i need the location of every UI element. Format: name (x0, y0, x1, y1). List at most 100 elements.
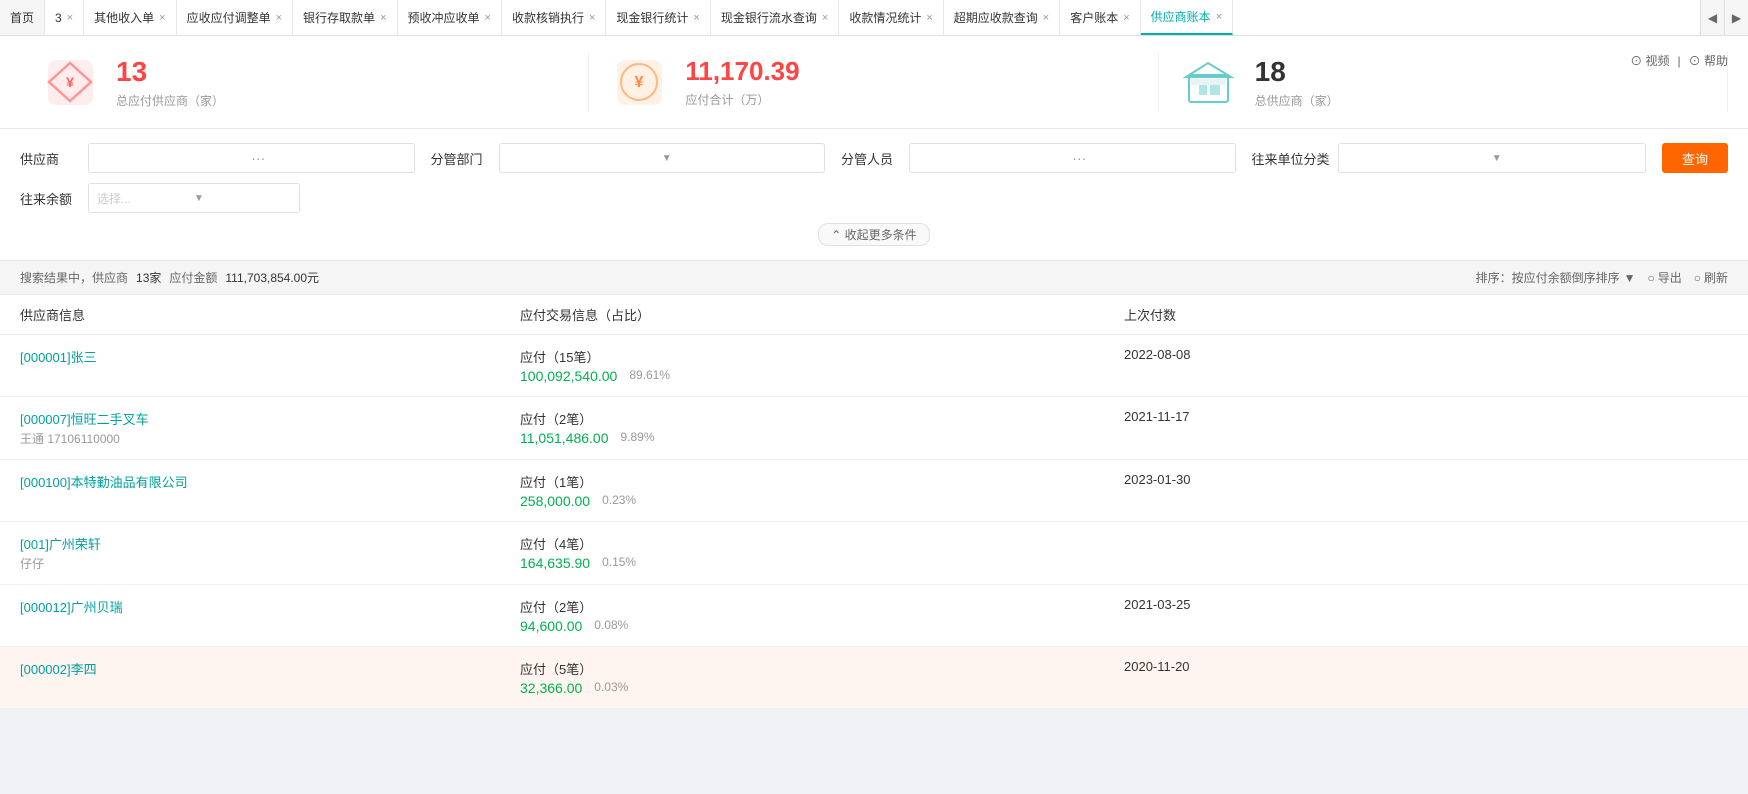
tx-amount-3[interactable]: 164,635.90 (520, 555, 590, 571)
nav-cash-bank-stat[interactable]: 现金银行统计 × (606, 0, 710, 35)
result-amount-prefix: 应付金额 (169, 269, 217, 286)
filter-person: 分管人员 ··· (841, 143, 1236, 173)
svg-text:¥: ¥ (66, 74, 74, 90)
tx-amount-2[interactable]: 258,000.00 (520, 493, 590, 509)
summary-card-payable-total: ¥ 11,170.39 应付合计（万） (589, 52, 1158, 112)
help-links: ⊙ 视频 | ⊙ 帮助 (1630, 52, 1728, 69)
close-customer-ledger-icon[interactable]: × (1123, 12, 1129, 24)
close-overdue-ar-icon[interactable]: × (1043, 12, 1049, 24)
nav-overdue-ar[interactable]: 超期应收款查询 × (944, 0, 1060, 35)
nav-cash-bank-flow[interactable]: 现金银行流水查询 × (711, 0, 839, 35)
nav-prepay-ar[interactable]: 预收冲应收单 × (398, 0, 502, 35)
help-link[interactable]: ⊙ 帮助 (1689, 52, 1728, 69)
close-ar-ap-adjust-icon[interactable]: × (276, 12, 282, 24)
supplier-dots-icon: ··· (251, 150, 405, 166)
supplier-input[interactable]: ··· (88, 143, 415, 173)
filter-person-label: 分管人员 (841, 149, 901, 168)
tx-amount-1[interactable]: 11,051,486.00 (520, 430, 609, 446)
close-bank-deposit-icon[interactable]: × (380, 12, 386, 24)
payable-total-label: 应付合计（万） (685, 91, 1137, 108)
summary-card-payable-suppliers: ¥ 13 总应付供应商（家） (20, 52, 589, 112)
balance-input[interactable]: 选择... ▼ (88, 183, 300, 213)
total-suppliers-icon (1179, 52, 1239, 112)
svg-text:¥: ¥ (634, 74, 643, 91)
payable-total-icon: ¥ (609, 52, 669, 112)
supplier-contact-1: 王通 17106110000 (20, 430, 520, 447)
nav-other-income[interactable]: 其他收入单 × (84, 0, 176, 35)
nav-bank-deposit[interactable]: 银行存取款单 × (293, 0, 397, 35)
payable-total-number: 11,170.39 (685, 56, 1137, 87)
close-receipt-stat-icon[interactable]: × (926, 12, 932, 24)
nav-right-arrow[interactable]: ▶ (1724, 0, 1748, 36)
supplier-link-4[interactable]: [000012]广州贝瑞 (20, 600, 123, 615)
nav-tab3[interactable]: 3 × (45, 0, 84, 35)
person-input[interactable]: ··· (909, 143, 1236, 173)
nav-supplier-ledger[interactable]: 供应商账本 × (1141, 0, 1233, 35)
nav-receipt-verify[interactable]: 收款核销执行 × (502, 0, 606, 35)
supplier-info-1: [000007]恒旺二手叉车 王通 17106110000 (20, 409, 520, 447)
tx-amount-4[interactable]: 94,600.00 (520, 618, 582, 634)
tx-amount-5[interactable]: 32,366.00 (520, 680, 582, 696)
result-actions: 排序：按应付余额倒序排序 ▼ ○ 导出 ○ 刷新 (1476, 269, 1728, 286)
close-cash-bank-flow-icon[interactable]: × (822, 12, 828, 24)
sort-button[interactable]: 排序：按应付余额倒序排序 ▼ (1476, 269, 1636, 286)
filter-supplier: 供应商 ··· (20, 143, 415, 173)
main-table: 供应商信息 应付交易信息（占比） 上次付数 [000001]张三 应付（15笔）… (0, 295, 1748, 709)
table-row: [000007]恒旺二手叉车 王通 17106110000 应付（2笔） 11,… (0, 397, 1748, 460)
tx-info-2: 应付（1笔） 258,000.00 0.23% (520, 472, 1124, 509)
sort-icon: ▼ (1624, 271, 1636, 285)
tx-percent-1: 9.89% (621, 430, 655, 444)
supplier-link-3[interactable]: [001]广州荣轩 (20, 537, 101, 552)
category-input[interactable]: ▼ (1338, 143, 1646, 173)
lastpay-5: 2020-11-20 (1124, 659, 1728, 674)
supplier-info-5: [000002]李四 (20, 659, 520, 678)
tx-info-0: 应付（15笔） 100,092,540.00 89.61% (520, 347, 1124, 384)
table-row: [001]广州荣轩 仔仔 应付（4笔） 164,635.90 0.15% (0, 522, 1748, 585)
tx-percent-4: 0.08% (594, 618, 628, 632)
collapse-button[interactable]: ⌃ 收起更多条件 (818, 223, 929, 246)
filter-category: 往来单位分类 ▼ (1252, 143, 1647, 173)
export-button[interactable]: ○ 导出 (1647, 269, 1681, 286)
supplier-link-2[interactable]: [000100]本特勤油品有限公司 (20, 475, 188, 490)
supplier-link-1[interactable]: [000007]恒旺二手叉车 (20, 412, 149, 427)
close-prepay-ar-icon[interactable]: × (485, 12, 491, 24)
nav-left-arrow[interactable]: ◀ (1700, 0, 1724, 36)
tx-amount-0[interactable]: 100,092,540.00 (520, 368, 617, 384)
payable-suppliers-number: 13 (116, 55, 568, 89)
sort-label: 排序：按应付余额倒序排序 (1476, 269, 1620, 286)
table-row: [000100]本特勤油品有限公司 应付（1笔） 258,000.00 0.23… (0, 460, 1748, 522)
tx-label-1: 应付（2笔） (520, 409, 1124, 428)
close-supplier-ledger-icon[interactable]: × (1216, 11, 1222, 23)
nav-ar-ap-adjust[interactable]: 应收应付调整单 × (177, 0, 293, 35)
table-row: [000012]广州贝瑞 应付（2笔） 94,600.00 0.08% 2021… (0, 585, 1748, 647)
col-header-tx: 应付交易信息（占比） (520, 305, 1124, 324)
refresh-button[interactable]: ○ 刷新 (1694, 269, 1728, 286)
collapse-bar: ⌃ 收起更多条件 (20, 223, 1728, 246)
tx-label-5: 应付（5笔） (520, 659, 1124, 678)
nav-receipt-stat[interactable]: 收款情况统计 × (839, 0, 943, 35)
result-info: 搜索结果中，供应商 13家 应付金额 111,703,854.00元 (20, 269, 319, 286)
payable-total-content: 11,170.39 应付合计（万） (685, 56, 1137, 108)
video-link[interactable]: ⊙ 视频 (1630, 52, 1669, 69)
tx-percent-5: 0.03% (594, 680, 628, 694)
tx-label-3: 应付（4笔） (520, 534, 1124, 553)
nav-customer-ledger[interactable]: 客户账本 × (1060, 0, 1140, 35)
filter-balance: 往来余额 选择... ▼ (20, 183, 300, 213)
table-row: [000002]李四 应付（5笔） 32,366.00 0.03% 2020-1… (0, 647, 1748, 709)
close-receipt-verify-icon[interactable]: × (589, 12, 595, 24)
filter-dept-label: 分管部门 (431, 149, 491, 168)
close-cash-bank-stat-icon[interactable]: × (693, 12, 699, 24)
payable-suppliers-content: 13 总应付供应商（家） (116, 55, 568, 110)
dept-input[interactable]: ▼ (499, 143, 826, 173)
tx-info-5: 应付（5笔） 32,366.00 0.03% (520, 659, 1124, 696)
close-tab3-icon[interactable]: × (67, 12, 73, 24)
export-icon: ○ (1647, 271, 1654, 285)
nav-home[interactable]: 首页 (0, 0, 45, 35)
close-other-income-icon[interactable]: × (159, 12, 165, 24)
tx-label-2: 应付（1笔） (520, 472, 1124, 491)
result-amount: 111,703,854.00元 (225, 269, 319, 286)
supplier-link-5[interactable]: [000002]李四 (20, 662, 97, 677)
supplier-link-0[interactable]: [000001]张三 (20, 350, 97, 365)
query-button[interactable]: 查询 (1662, 143, 1728, 173)
result-prefix: 搜索结果中，供应商 (20, 269, 128, 286)
